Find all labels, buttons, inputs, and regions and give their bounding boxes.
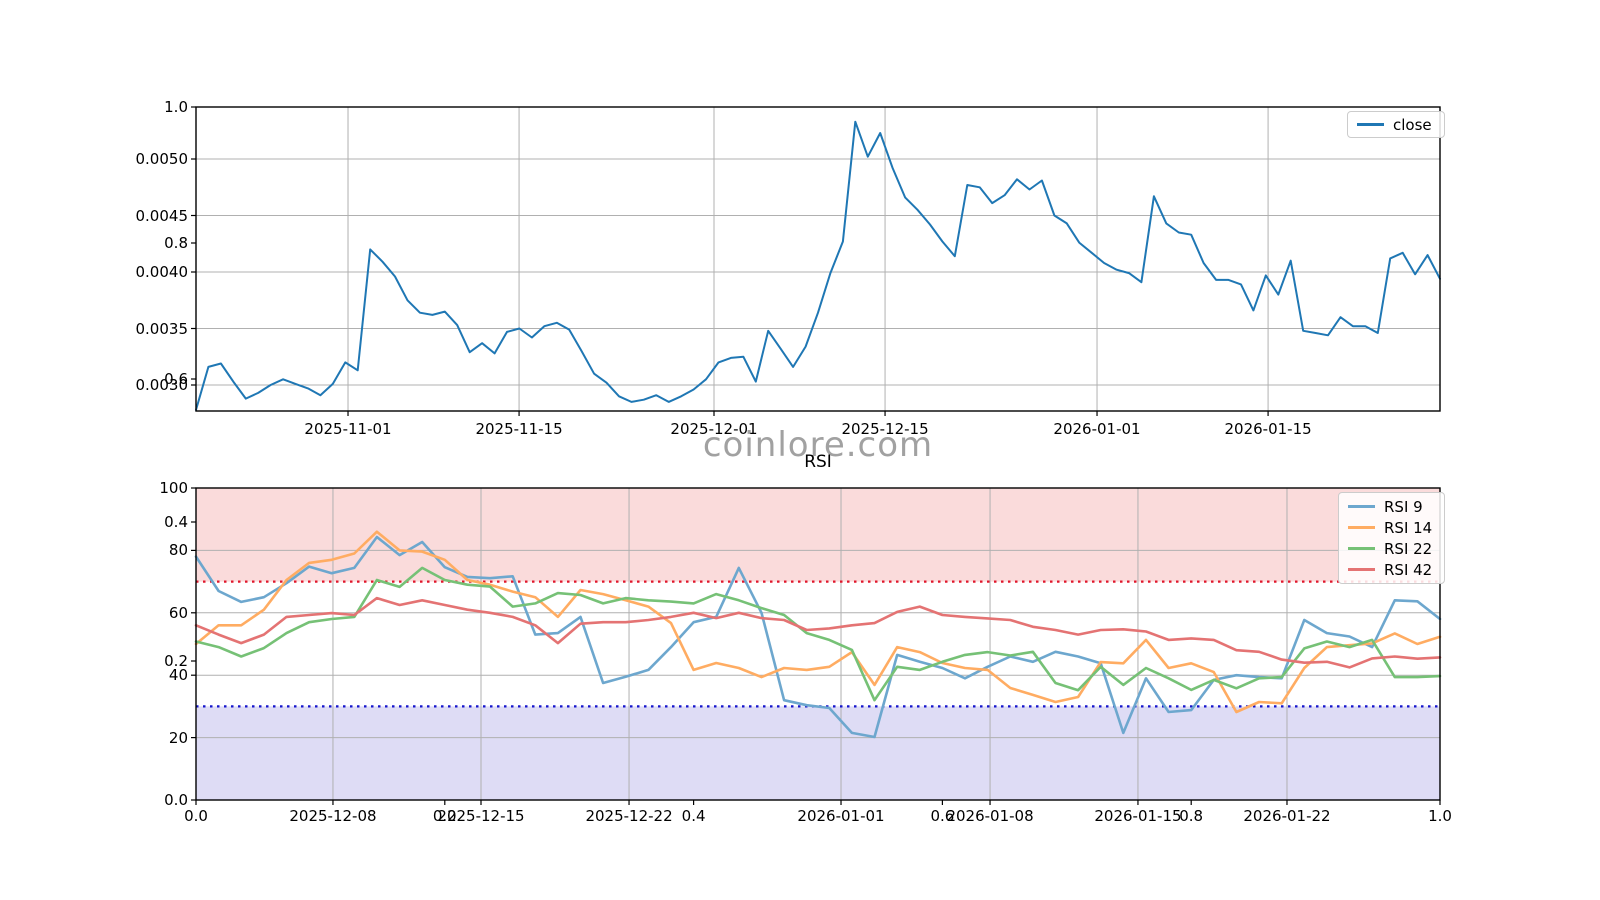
rsi22-line-sample	[1348, 547, 1375, 550]
rsi9-line-sample	[1348, 505, 1375, 508]
legend-label-close: close	[1393, 115, 1432, 134]
price-legend: close	[1347, 111, 1445, 138]
legend-item-rsi14: RSI 14	[1348, 517, 1432, 538]
legend-item-close: close	[1357, 114, 1432, 135]
close-line-sample	[1357, 123, 1384, 126]
rsi42-line-sample	[1348, 568, 1375, 571]
legend-label-rsi9: RSI 9	[1384, 497, 1423, 516]
rsi-chart-title: RSI	[804, 452, 832, 472]
legend-item-rsi42: RSI 42	[1348, 559, 1432, 580]
rsi14-line-sample	[1348, 526, 1375, 529]
legend-label-rsi42: RSI 42	[1384, 560, 1433, 579]
chart-figure: 0.0050 0.0045 0.0040 0.0035 0.0030 1.0 0.8 0.6 2…	[0, 0, 1600, 900]
legend-label-rsi14: RSI 14	[1384, 518, 1433, 537]
rsi-legend: RSI 9 RSI 14 RSI 22 RSI 42	[1338, 492, 1446, 584]
legend-item-rsi9: RSI 9	[1348, 496, 1432, 517]
legend-label-rsi22: RSI 22	[1384, 539, 1433, 558]
legend-item-rsi22: RSI 22	[1348, 538, 1432, 559]
